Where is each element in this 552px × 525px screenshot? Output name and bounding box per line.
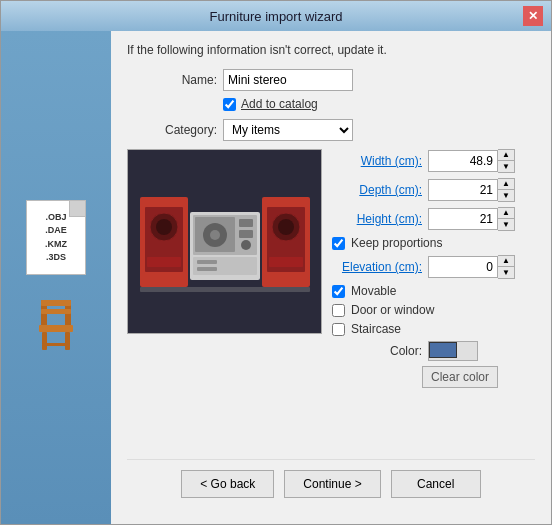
- width-up-button[interactable]: ▲: [498, 150, 514, 161]
- depth-spinner-buttons: ▲ ▼: [498, 178, 515, 202]
- height-row: Height (cm): ▲ ▼: [332, 207, 535, 231]
- clear-color-row: Clear color: [422, 366, 535, 388]
- depth-label: Depth (cm):: [332, 183, 422, 197]
- svg-rect-29: [140, 287, 310, 292]
- svg-rect-26: [193, 257, 257, 275]
- keep-proportions-row: Keep proportions: [332, 236, 535, 250]
- furniture-import-wizard-window: Furniture import wizard ✕ .OBJ .DAE .KMZ…: [0, 0, 552, 525]
- top-form: Name: Add to catalog Category: My items: [127, 69, 535, 141]
- window-content: .OBJ .DAE .KMZ .3DS: [1, 31, 551, 524]
- file-extensions-text: .OBJ .DAE .KMZ .3DS: [45, 211, 67, 265]
- svg-rect-6: [65, 332, 70, 350]
- door-window-checkbox[interactable]: [332, 304, 345, 317]
- cancel-button[interactable]: Cancel: [391, 470, 481, 498]
- close-button[interactable]: ✕: [523, 6, 543, 26]
- staircase-checkbox[interactable]: [332, 323, 345, 336]
- elevation-row: Elevation (cm): ▲ ▼: [332, 255, 535, 279]
- 3d-preview: [127, 149, 322, 334]
- instruction-text: If the following information isn't corre…: [127, 43, 535, 57]
- right-form: Width (cm): ▲ ▼ Depth (cm):: [332, 149, 535, 459]
- svg-rect-4: [39, 325, 73, 332]
- add-to-catalog-checkbox[interactable]: [223, 98, 236, 111]
- depth-input[interactable]: [428, 179, 498, 201]
- name-input[interactable]: [223, 69, 353, 91]
- movable-row: Movable: [332, 284, 535, 298]
- bottom-buttons: < Go back Continue > Cancel: [127, 459, 535, 512]
- category-select[interactable]: My items: [223, 119, 353, 141]
- category-label: Category:: [127, 123, 217, 137]
- title-bar: Furniture import wizard ✕: [1, 1, 551, 31]
- svg-rect-27: [197, 260, 217, 264]
- preview-section: Width (cm): ▲ ▼ Depth (cm):: [127, 149, 535, 459]
- staircase-label: Staircase: [351, 322, 401, 336]
- color-label: Color:: [332, 344, 422, 358]
- height-down-button[interactable]: ▼: [498, 219, 514, 230]
- height-spinner-buttons: ▲ ▼: [498, 207, 515, 231]
- svg-point-11: [156, 219, 172, 235]
- elevation-down-button[interactable]: ▼: [498, 267, 514, 278]
- keep-proportions-checkbox[interactable]: [332, 237, 345, 250]
- svg-point-22: [210, 230, 220, 240]
- width-input[interactable]: [428, 150, 498, 172]
- svg-rect-17: [269, 257, 303, 267]
- elevation-spinner-buttons: ▲ ▼: [498, 255, 515, 279]
- color-swatch: [429, 342, 457, 358]
- svg-rect-5: [42, 332, 47, 350]
- svg-point-16: [278, 219, 294, 235]
- window-title: Furniture import wizard: [29, 9, 523, 24]
- movable-checkbox[interactable]: [332, 285, 345, 298]
- name-row: Name:: [127, 69, 535, 91]
- file-icon: .OBJ .DAE .KMZ .3DS: [26, 200, 86, 275]
- color-row: Color:: [332, 341, 535, 361]
- height-spinner: ▲ ▼: [428, 207, 515, 231]
- height-input[interactable]: [428, 208, 498, 230]
- elevation-spinner: ▲ ▼: [428, 255, 515, 279]
- door-window-label: Door or window: [351, 303, 434, 317]
- door-window-row: Door or window: [332, 303, 535, 317]
- clear-color-button[interactable]: Clear color: [422, 366, 498, 388]
- keep-proportions-label: Keep proportions: [351, 236, 442, 250]
- elevation-up-button[interactable]: ▲: [498, 256, 514, 267]
- height-up-button[interactable]: ▲: [498, 208, 514, 219]
- svg-rect-24: [239, 230, 253, 238]
- category-row: Category: My items: [127, 119, 535, 141]
- add-to-catalog-label: Add to catalog: [241, 97, 318, 111]
- sidebar: .OBJ .DAE .KMZ .3DS: [1, 31, 111, 524]
- svg-rect-2: [41, 300, 71, 306]
- continue-button[interactable]: Continue >: [284, 470, 380, 498]
- width-row: Width (cm): ▲ ▼: [332, 149, 535, 173]
- width-spinner-buttons: ▲ ▼: [498, 149, 515, 173]
- stereo-svg: [135, 157, 315, 327]
- main-area: If the following information isn't corre…: [111, 31, 551, 524]
- chair-icon: [31, 295, 81, 355]
- depth-down-button[interactable]: ▼: [498, 190, 514, 201]
- width-spinner: ▲ ▼: [428, 149, 515, 173]
- width-label: Width (cm):: [332, 154, 422, 168]
- height-label: Height (cm):: [332, 212, 422, 226]
- depth-up-button[interactable]: ▲: [498, 179, 514, 190]
- svg-rect-7: [42, 343, 70, 346]
- svg-rect-28: [197, 267, 217, 271]
- color-preview-box[interactable]: [428, 341, 478, 361]
- name-label: Name:: [127, 73, 217, 87]
- width-down-button[interactable]: ▼: [498, 161, 514, 172]
- elevation-label: Elevation (cm):: [332, 260, 422, 274]
- elevation-input[interactable]: [428, 256, 498, 278]
- svg-rect-12: [147, 257, 181, 267]
- depth-row: Depth (cm): ▲ ▼: [332, 178, 535, 202]
- go-back-button[interactable]: < Go back: [181, 470, 274, 498]
- svg-rect-23: [239, 219, 253, 227]
- staircase-row: Staircase: [332, 322, 535, 336]
- add-to-catalog-row: Add to catalog: [223, 97, 535, 111]
- depth-spinner: ▲ ▼: [428, 178, 515, 202]
- svg-point-25: [241, 240, 251, 250]
- movable-label: Movable: [351, 284, 396, 298]
- svg-rect-3: [41, 309, 71, 314]
